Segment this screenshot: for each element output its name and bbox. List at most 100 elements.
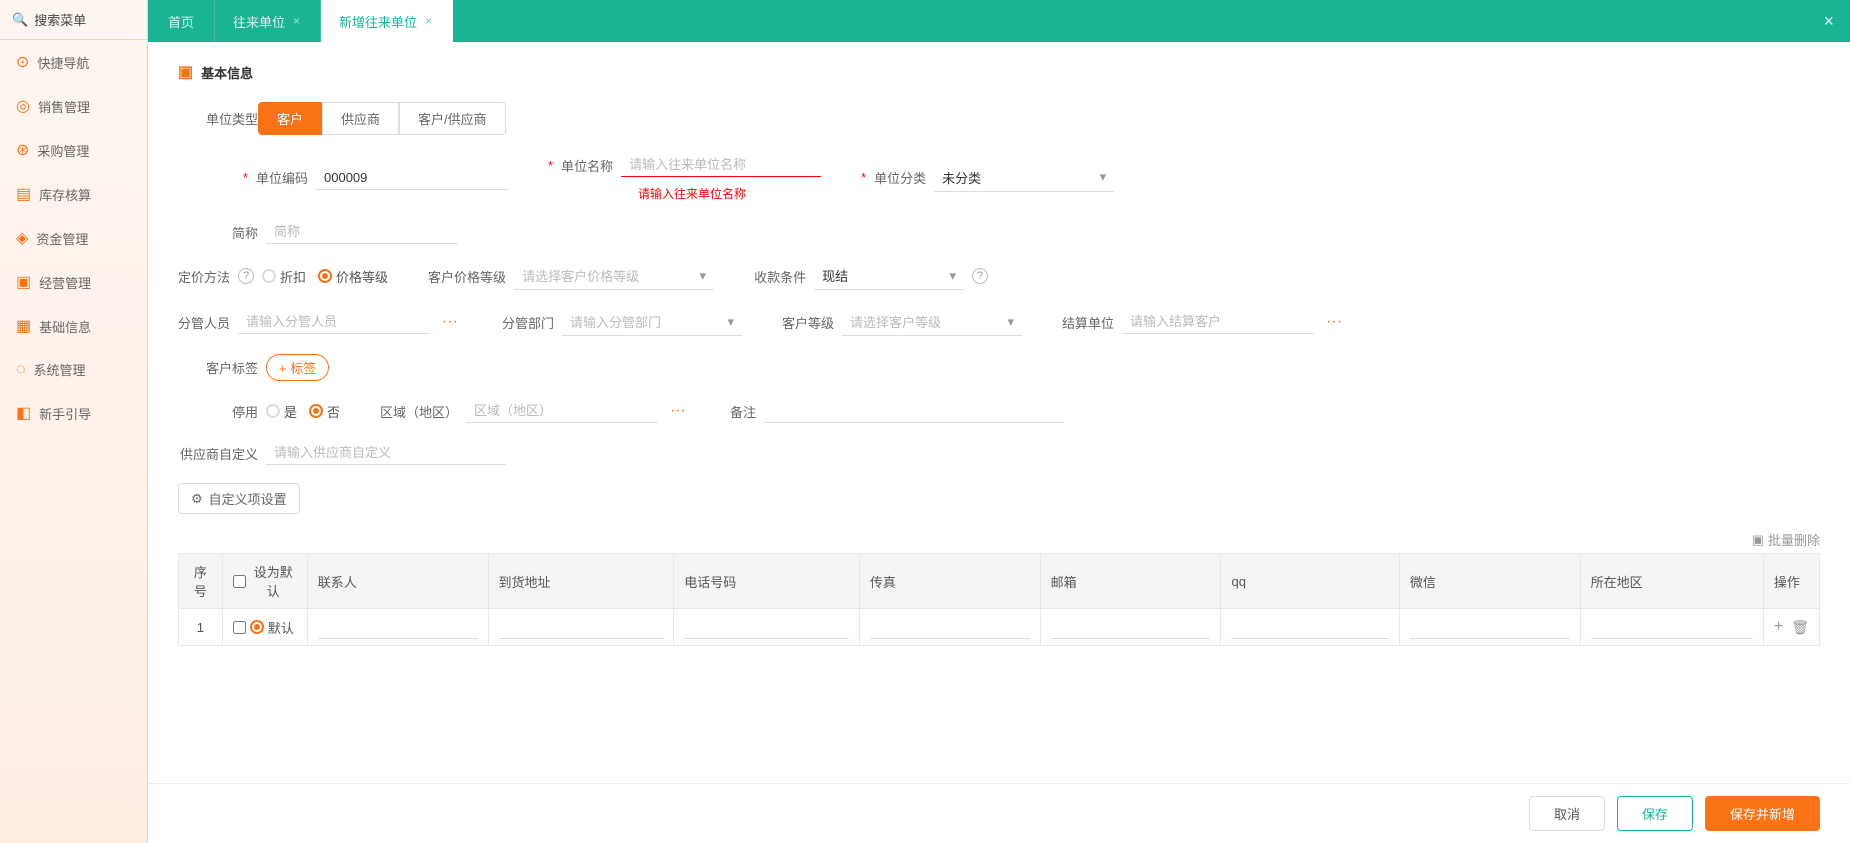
customer-tag-group: 客户标签 + 标签 [178, 354, 329, 381]
row-default-radio[interactable]: 默认 [250, 618, 294, 637]
tab-bar-close-all[interactable]: × [1807, 11, 1850, 32]
unit-code-group: * 单位编码 [178, 166, 508, 190]
payment-terms-label: 收款条件 [754, 267, 806, 286]
sidebar-item-quick-nav[interactable]: ⊙ 快捷导航 [0, 40, 147, 84]
section-icon: ▣ [178, 62, 193, 82]
supplier-custom-group: 供应商自定义 [178, 441, 506, 465]
dept-select[interactable]: 请输入分管部门 ▾ [562, 308, 742, 336]
row-actions: + 🗑 [1763, 609, 1819, 646]
unit-category-select[interactable]: 未分类 ▾ [934, 164, 1114, 192]
col-address: 到货地址 [488, 554, 674, 609]
row-disabled: 停用 是 否 区域（地区） ··· 备注 [178, 399, 1820, 423]
customer-level-select[interactable]: 请选择客户等级 ▾ [842, 308, 1022, 336]
supplier-custom-input[interactable] [266, 441, 506, 465]
sidebar-item-label: 经营管理 [39, 273, 91, 292]
customer-level-group: 客户等级 请选择客户等级 ▾ [782, 308, 1022, 336]
settlement-ellipsis[interactable]: ··· [1322, 313, 1346, 331]
sidebar-item-sales[interactable]: ◎ 销售管理 [0, 84, 147, 128]
unit-category-required: * [861, 170, 866, 185]
tab-new-transaction[interactable]: 新增往来单位 × [321, 0, 453, 42]
form-footer: 取消 保存 保存并新增 [148, 783, 1850, 843]
remark-label: 备注 [730, 402, 756, 421]
select-all-checkbox[interactable] [233, 575, 246, 588]
form-content: ▣ 基本信息 单位类型 客户 供应商 客户/供应商 * 单位编码 * 单位名称 [148, 42, 1850, 783]
sidebar-item-sys[interactable]: ◌ 系统管理 [0, 348, 147, 391]
tab-transactions-close[interactable]: × [291, 12, 302, 30]
unit-name-required: * [548, 158, 553, 173]
address-input[interactable] [499, 615, 664, 639]
sales-icon: ◎ [16, 96, 30, 116]
add-tag-button[interactable]: + 标签 [266, 354, 329, 381]
unit-name-input[interactable] [621, 153, 821, 177]
disabled-yes-circle [266, 404, 280, 418]
tab-home[interactable]: 首页 [148, 0, 215, 42]
type-btn-customer[interactable]: 客户 [258, 102, 322, 135]
save-new-button[interactable]: 保存并新增 [1705, 796, 1820, 831]
sidebar-search-label: 搜索菜单 [34, 10, 86, 29]
sidebar-item-base-info[interactable]: ▦ 基础信息 [0, 304, 147, 348]
cancel-button[interactable]: 取消 [1529, 796, 1605, 831]
contact-input[interactable] [318, 615, 478, 639]
supplier-custom-label: 供应商自定义 [178, 444, 258, 463]
qq-input[interactable] [1231, 615, 1388, 639]
row-manager: 分管人员 ··· 分管部门 请输入分管部门 ▾ 客户等级 请选择客户等级 ▾ 结… [178, 308, 1820, 336]
abbr-input[interactable] [266, 220, 458, 244]
type-btn-both[interactable]: 客户/供应商 [399, 102, 506, 135]
payment-terms-help-icon[interactable]: ? [972, 268, 988, 284]
sidebar-item-operations[interactable]: ▣ 经营管理 [0, 260, 147, 304]
manager-input[interactable] [238, 310, 430, 334]
quick-nav-icon: ⊙ [16, 52, 29, 72]
phone-input[interactable] [684, 615, 849, 639]
col-qq: qq [1221, 554, 1399, 609]
region-input[interactable] [466, 399, 658, 423]
pricing-discount[interactable]: 折扣 [262, 267, 306, 286]
unit-type-buttons: 客户 供应商 客户/供应商 [258, 102, 506, 135]
row-contact [307, 609, 488, 646]
manager-group: 分管人员 ··· [178, 310, 462, 334]
sidebar-search[interactable]: 🔍 搜索菜单 [0, 0, 147, 40]
sidebar-item-label: 采购管理 [37, 141, 89, 160]
sidebar-item-purchase[interactable]: ⊛ 采购管理 [0, 128, 147, 172]
sidebar-item-guide[interactable]: ◧ 新手引导 [0, 391, 147, 435]
batch-delete-label[interactable]: 批量删除 [1768, 530, 1820, 549]
remark-input[interactable] [764, 399, 1064, 423]
row-checkbox[interactable] [233, 621, 246, 634]
manager-ellipsis[interactable]: ··· [438, 313, 462, 331]
customer-tag-label: 客户标签 [178, 358, 258, 377]
row-default-cell: 默认 [222, 609, 307, 646]
section-title: 基本信息 [201, 63, 253, 82]
unit-name-label: 单位名称 [561, 156, 613, 175]
pricing-discount-circle [262, 269, 276, 283]
custom-settings-button[interactable]: ⚙ 自定义项设置 [178, 483, 300, 514]
disabled-no[interactable]: 否 [309, 402, 340, 421]
tab-bar: 首页 往来单位 × 新增往来单位 × × [148, 0, 1850, 42]
email-input[interactable] [1051, 615, 1211, 639]
operations-icon: ▣ [16, 272, 31, 292]
settlement-label: 结算单位 [1062, 313, 1114, 332]
unit-type-row: 单位类型 客户 供应商 客户/供应商 [178, 102, 1820, 135]
unit-code-input[interactable] [316, 166, 508, 190]
delete-row-btn[interactable]: 🗑 [1791, 619, 1809, 636]
sidebar-item-label: 基础信息 [39, 317, 91, 336]
fax-input[interactable] [870, 615, 1030, 639]
tab-new-transaction-close[interactable]: × [423, 12, 434, 30]
region-table-input[interactable] [1591, 615, 1753, 639]
remark-group: 备注 [730, 399, 1064, 423]
pricing-level[interactable]: 价格等级 [318, 267, 388, 286]
type-btn-supplier[interactable]: 供应商 [322, 102, 399, 135]
tab-transactions[interactable]: 往来单位 × [215, 0, 321, 42]
row-wechat [1399, 609, 1580, 646]
add-row-btn[interactable]: + [1774, 618, 1783, 636]
settlement-input[interactable] [1122, 310, 1314, 334]
wechat-input[interactable] [1410, 615, 1570, 639]
payment-terms-select[interactable]: 现结 ▾ [814, 262, 964, 290]
region-ellipsis[interactable]: ··· [666, 402, 690, 420]
purchase-icon: ⊛ [16, 140, 29, 160]
disabled-yes[interactable]: 是 [266, 402, 297, 421]
customer-price-select[interactable]: 请选择客户价格等级 ▾ [514, 262, 714, 290]
pricing-help-icon[interactable]: ? [238, 268, 254, 284]
save-button[interactable]: 保存 [1617, 796, 1693, 831]
sidebar-item-inventory[interactable]: ▤ 库存核算 [0, 172, 147, 216]
sidebar-item-finance[interactable]: ◈ 资金管理 [0, 216, 147, 260]
pricing-level-circle [318, 269, 332, 283]
